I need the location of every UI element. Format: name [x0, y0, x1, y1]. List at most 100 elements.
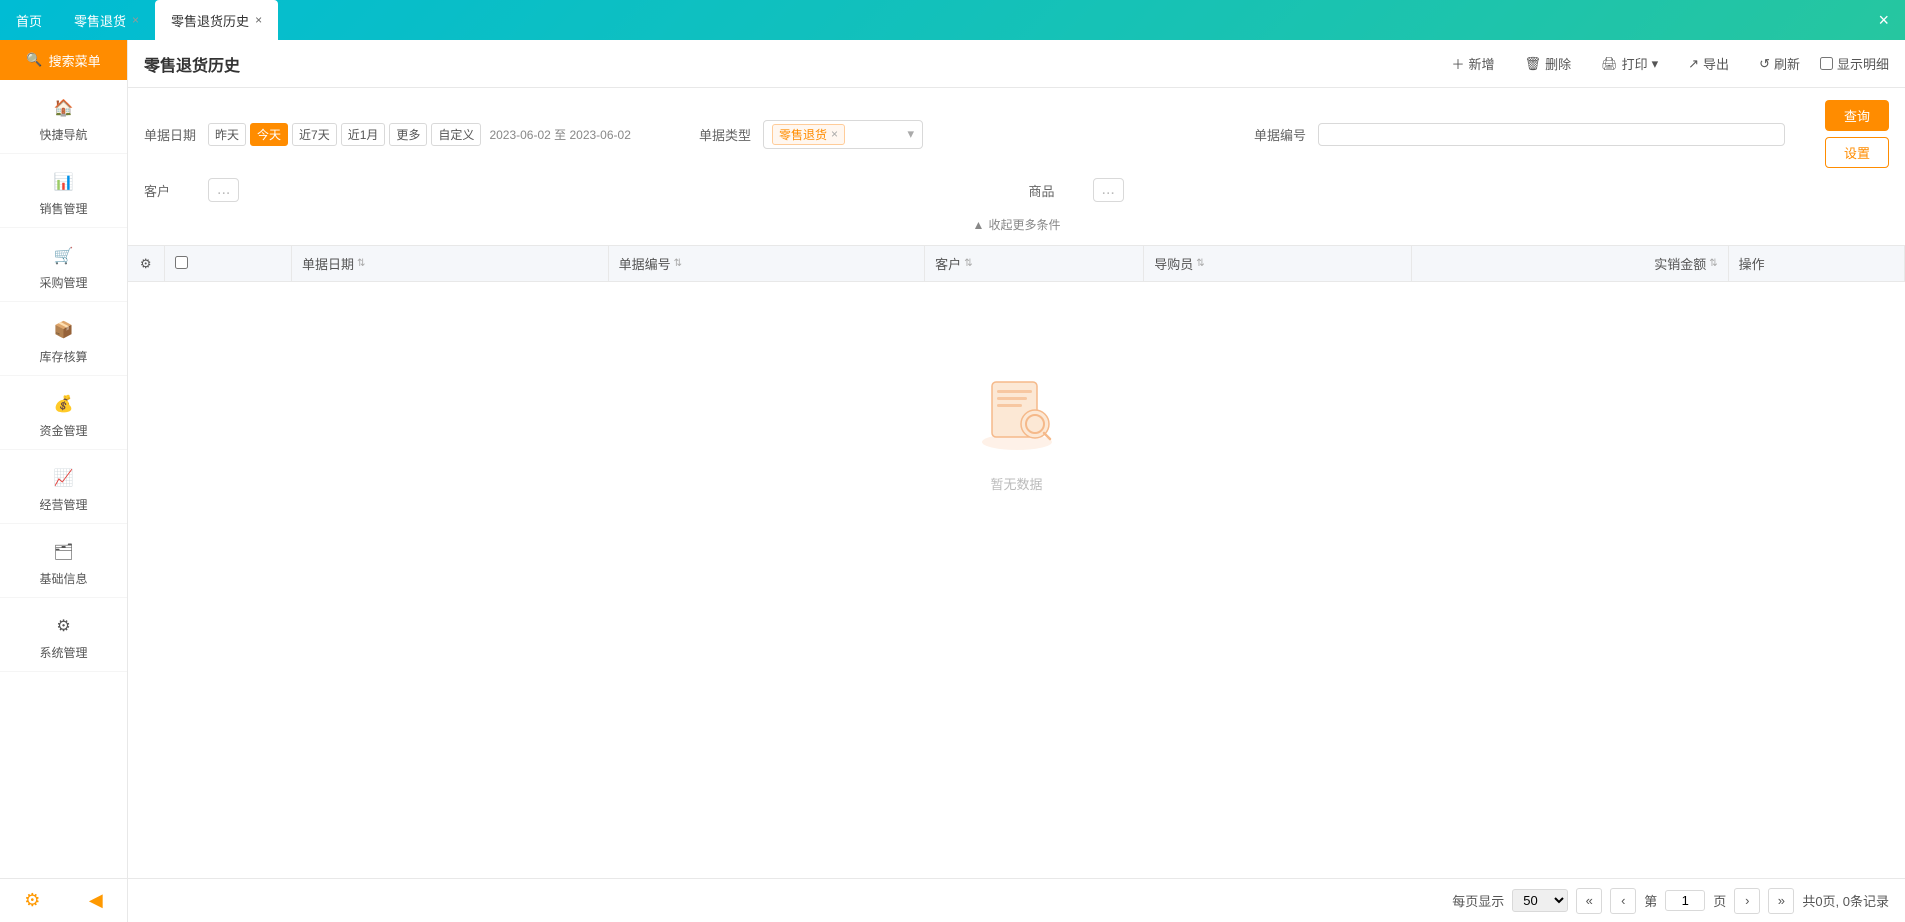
print-button[interactable]: 🖨 打印 ▾: [1591, 50, 1668, 77]
tab-retail-return[interactable]: 零售退货 ×: [58, 0, 155, 40]
display-mingxi-label[interactable]: 显示明细: [1820, 54, 1889, 73]
sidebar-item-inventory-label: 库存核算: [39, 348, 87, 365]
type-filter-select[interactable]: 零售退货 × ▾: [763, 120, 923, 149]
sort-number[interactable]: 单据编号 ⇅: [619, 254, 915, 273]
export-button[interactable]: ↗ 导出: [1678, 50, 1739, 77]
table-area: ⚙ 单据日期 ⇅ 单据编号 ⇅: [128, 246, 1905, 878]
date-btn-7days[interactable]: 近7天: [292, 123, 337, 146]
first-page-button[interactable]: «: [1576, 888, 1602, 914]
export-label: 导出: [1703, 54, 1729, 73]
table-col-customer: 客户 ⇅: [925, 246, 1144, 282]
sort-date[interactable]: 单据日期 ⇅: [302, 254, 598, 273]
table-col-actions: 操作: [1728, 246, 1904, 282]
sidebar-item-shortcuts-label: 快捷导航: [39, 126, 87, 143]
prev-page-button[interactable]: ‹: [1610, 888, 1636, 914]
system-icon: ⚙: [50, 612, 78, 640]
sales-icon: 📊: [50, 168, 78, 196]
query-settings-group: 查询 设置: [1825, 100, 1889, 168]
add-label: 新增: [1469, 54, 1495, 73]
collapse-sidebar-icon[interactable]: ◀: [89, 890, 103, 911]
filter-row-1: 单据日期 昨天 今天 近7天 近1月 更多 自定义 2023-06-02 至 2…: [144, 100, 1889, 168]
print-label: 打印: [1622, 54, 1648, 73]
goods-filter-button[interactable]: ...: [1093, 178, 1124, 202]
sidebar-item-finance[interactable]: 💰 资金管理: [0, 376, 127, 450]
date-btn-custom[interactable]: 自定义: [431, 123, 481, 146]
delete-button[interactable]: 🗑 删除: [1515, 50, 1582, 77]
query-button[interactable]: 查询: [1825, 100, 1889, 131]
sidebar-item-basic-info[interactable]: 🗂 基础信息: [0, 524, 127, 598]
table-col-checkbox: [164, 246, 292, 282]
date-filter-group: 单据日期 昨天 今天 近7天 近1月 更多 自定义 2023-06-02 至 2…: [144, 123, 675, 146]
sidebar-item-system[interactable]: ⚙ 系统管理: [0, 598, 127, 672]
refresh-label: 刷新: [1774, 54, 1800, 73]
sidebar-item-operations-label: 经营管理: [39, 496, 87, 513]
tab-retail-return-history-close[interactable]: ×: [255, 13, 262, 27]
sidebar-item-inventory[interactable]: 📦 库存核算: [0, 302, 127, 376]
collapse-button[interactable]: ▲ 收起更多条件: [973, 212, 1061, 237]
search-icon: 🔍: [26, 52, 42, 68]
finance-icon: 💰: [50, 390, 78, 418]
customer-filter-button[interactable]: ...: [208, 178, 239, 202]
number-filter-input[interactable]: [1318, 123, 1785, 146]
select-all-checkbox[interactable]: [175, 256, 188, 269]
page-header: 零售退货历史 ＋ 新增 🗑 删除 🖨 打印 ▾ ↗ 导出: [128, 40, 1905, 88]
data-table: ⚙ 单据日期 ⇅ 单据编号 ⇅: [128, 246, 1905, 282]
type-filter-tag-close[interactable]: ×: [831, 127, 838, 141]
header-actions: ＋ 新增 🗑 删除 🖨 打印 ▾ ↗ 导出 ↺ 刷新: [1442, 50, 1889, 77]
refresh-button[interactable]: ↺ 刷新: [1749, 50, 1810, 77]
sidebar-item-sales-label: 销售管理: [39, 200, 87, 217]
sidebar-item-purchase-label: 采购管理: [39, 274, 87, 291]
sidebar-item-purchase[interactable]: 🛒 采购管理: [0, 228, 127, 302]
tab-home-label: 首页: [16, 11, 42, 30]
table-col-guide: 导购员 ⇅: [1144, 246, 1412, 282]
number-filter-label: 单据编号: [1254, 125, 1310, 144]
display-mingxi-checkbox[interactable]: [1820, 57, 1833, 70]
sidebar-menu: 🏠 快捷导航 📊 销售管理 🛒 采购管理 📦 库存核算 💰 资金管理 📈: [0, 80, 127, 878]
delete-label: 删除: [1545, 54, 1571, 73]
goods-filter-label: 商品: [1029, 181, 1085, 200]
window-close-button[interactable]: ×: [1862, 10, 1905, 31]
sort-customer[interactable]: 客户 ⇅: [935, 254, 1133, 273]
table-col-amount: 实销金额 ⇅: [1412, 246, 1729, 282]
table-col-settings[interactable]: ⚙: [128, 246, 164, 282]
type-filter-tag-text: 零售退货: [779, 126, 827, 143]
date-btn-1month[interactable]: 近1月: [341, 123, 386, 146]
date-filter-label: 单据日期: [144, 125, 200, 144]
settings-button[interactable]: 设置: [1825, 137, 1889, 168]
empty-state: 暂无数据: [128, 282, 1905, 533]
col-number-label: 单据编号: [619, 254, 671, 273]
tab-retail-return-history[interactable]: 零售退货历史 ×: [155, 0, 278, 40]
add-button[interactable]: ＋ 新增: [1442, 50, 1505, 77]
sidebar-item-shortcuts[interactable]: 🏠 快捷导航: [0, 80, 127, 154]
per-page-select[interactable]: 20 50 100: [1512, 889, 1568, 912]
customer-filter-group: 客户 ...: [144, 178, 1005, 202]
page-number-input[interactable]: [1665, 890, 1705, 911]
number-filter-group: 单据编号: [1254, 123, 1785, 146]
settings-bottom-icon[interactable]: ⚙: [24, 890, 40, 911]
tab-retail-return-close[interactable]: ×: [132, 13, 139, 27]
date-filter-buttons: 昨天 今天 近7天 近1月 更多 自定义: [208, 123, 481, 146]
tab-list: 首页 零售退货 × 零售退货历史 ×: [0, 0, 1862, 40]
pagination-bar: 每页显示 20 50 100 « ‹ 第 页 › » 共0页, 0条记录: [128, 878, 1905, 922]
next-page-button[interactable]: ›: [1734, 888, 1760, 914]
total-label: 共0页, 0条记录: [1802, 891, 1889, 910]
last-page-button[interactable]: »: [1768, 888, 1794, 914]
date-btn-more[interactable]: 更多: [389, 123, 427, 146]
filter-area: 单据日期 昨天 今天 近7天 近1月 更多 自定义 2023-06-02 至 2…: [128, 88, 1905, 246]
type-filter-dropdown-icon: ▾: [907, 126, 914, 142]
main-layout: 🔍 搜索菜单 🏠 快捷导航 📊 销售管理 🛒 采购管理 📦 库存核算 💰: [0, 40, 1905, 922]
tab-home[interactable]: 首页: [0, 0, 58, 40]
sidebar-item-system-label: 系统管理: [39, 644, 87, 661]
sidebar-item-sales[interactable]: 📊 销售管理: [0, 154, 127, 228]
sidebar-search[interactable]: 🔍 搜索菜单: [0, 40, 127, 80]
export-icon: ↗: [1688, 56, 1699, 72]
sidebar-item-operations[interactable]: 📈 经营管理: [0, 450, 127, 524]
goods-filter-group: 商品 ...: [1029, 178, 1890, 202]
collapse-row: ▲ 收起更多条件: [144, 212, 1889, 237]
sort-guide[interactable]: 导购员 ⇅: [1154, 254, 1401, 273]
operations-icon: 📈: [50, 464, 78, 492]
sort-amount-icon: ⇅: [1709, 258, 1717, 269]
date-btn-yesterday[interactable]: 昨天: [208, 123, 246, 146]
date-btn-today[interactable]: 今天: [250, 123, 288, 146]
sort-amount[interactable]: 实销金额 ⇅: [1422, 254, 1718, 273]
